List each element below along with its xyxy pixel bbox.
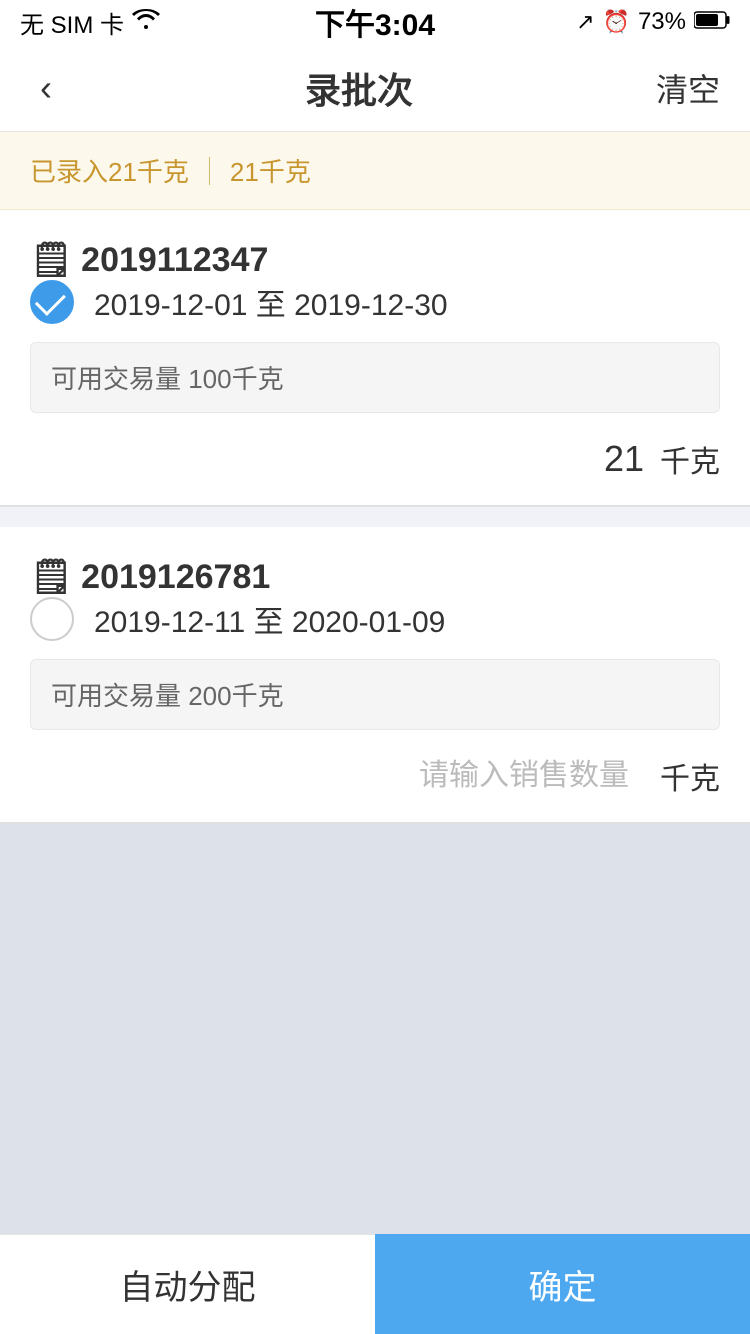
status-right: ↗ ⏰ 73% bbox=[576, 8, 730, 36]
batch-date-1: 2019-12-01 至 2019-12-30 bbox=[94, 280, 448, 324]
radio-btn-1[interactable] bbox=[30, 280, 74, 324]
batch-id-1: 🗒 2019112347 bbox=[30, 240, 720, 280]
info-banner: 已录入21千克 21千克 bbox=[0, 132, 750, 210]
nav-bar: ‹ 录批次 清空 bbox=[0, 44, 750, 132]
gray-area bbox=[0, 824, 750, 1264]
total-amount: 21千克 bbox=[230, 152, 311, 189]
batch-date-row-1[interactable]: 2019-12-01 至 2019-12-30 bbox=[30, 280, 720, 324]
status-time: 下午3:04 bbox=[315, 0, 435, 44]
section-divider bbox=[0, 507, 750, 527]
carrier-text: 无 SIM 卡 bbox=[20, 5, 124, 40]
batch-item-1: 🗒 2019112347 2019-12-01 至 2019-12-30 可用交… bbox=[0, 210, 750, 413]
page-title: 录批次 bbox=[305, 62, 413, 114]
input-unit-2: 千克 bbox=[660, 754, 720, 798]
wifi-icon bbox=[132, 8, 160, 36]
auto-distribute-button[interactable]: 自动分配 bbox=[0, 1234, 375, 1334]
batch-id-2: 🗒 2019126781 bbox=[30, 557, 720, 597]
batch-date-row-2[interactable]: 2019-12-11 至 2020-01-09 bbox=[30, 597, 720, 641]
bottom-bar: 自动分配 确定 bbox=[0, 1234, 750, 1334]
battery-icon bbox=[694, 8, 730, 36]
avail-bar-2: 可用交易量 200千克 bbox=[30, 659, 720, 730]
info-divider bbox=[209, 157, 210, 185]
quantity-value-1: 21 bbox=[604, 438, 644, 480]
quantity-row-1: 21 千克 bbox=[0, 413, 750, 507]
location-icon: ↗ bbox=[576, 9, 594, 35]
radio-btn-2[interactable] bbox=[30, 597, 74, 641]
confirm-button[interactable]: 确定 bbox=[375, 1234, 750, 1334]
status-left: 无 SIM 卡 bbox=[20, 5, 160, 40]
clear-button[interactable]: 清空 bbox=[656, 65, 720, 111]
batch-date-2: 2019-12-11 至 2020-01-09 bbox=[94, 597, 445, 641]
quantity-input-2[interactable] bbox=[30, 759, 644, 793]
avail-bar-1: 可用交易量 100千克 bbox=[30, 342, 720, 413]
batch-id-icon-1: 🗒 bbox=[30, 240, 73, 280]
alarm-icon: ⏰ bbox=[603, 9, 630, 35]
back-button[interactable]: ‹ bbox=[30, 57, 62, 119]
status-bar: 无 SIM 卡 下午3:04 ↗ ⏰ 73% bbox=[0, 0, 750, 44]
batch-item-2: 🗒 2019126781 2019-12-11 至 2020-01-09 可用交… bbox=[0, 527, 750, 730]
battery-text: 73% bbox=[638, 8, 686, 36]
quantity-unit-1: 千克 bbox=[660, 437, 720, 481]
batch-id-icon-2: 🗒 bbox=[30, 557, 73, 597]
recorded-amount: 已录入21千克 bbox=[30, 152, 189, 189]
input-row-2[interactable]: 千克 bbox=[0, 730, 750, 824]
